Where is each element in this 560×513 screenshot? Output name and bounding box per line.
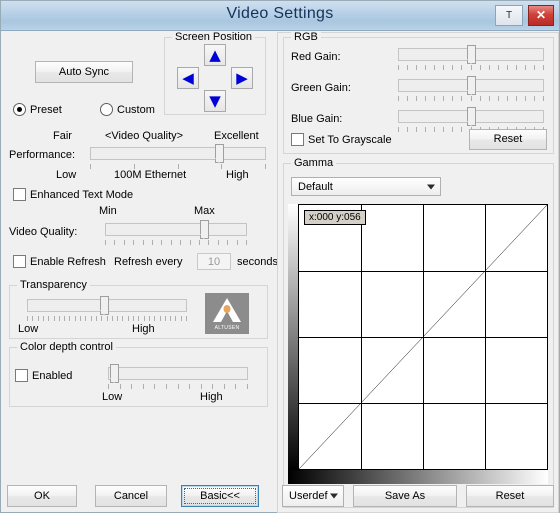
auto-sync-button[interactable]: Auto Sync [35,61,133,83]
blue-gain-slider[interactable] [398,107,544,126]
color-depth-high-label: High [200,391,223,403]
green-gain-label: Green Gain: [291,82,351,94]
custom-label: Custom [117,104,155,116]
performance-low-label: Low [56,169,77,181]
preset-label: Preset [30,104,62,116]
gamma-legend: Gamma [291,157,337,169]
performance-high-label: High [226,169,249,181]
screen-position-down-button[interactable]: ▼ [204,90,226,112]
arrow-down-icon: ▼ [209,91,221,110]
red-gain-slider-thumb[interactable] [467,45,476,64]
red-gain-ticks [398,65,544,70]
gamma-curve-area[interactable]: x:000 y:056 [288,204,548,470]
color-depth-low-label: Low [102,391,123,403]
video-quality-slider-ticks [105,240,247,245]
basic-toggle-button[interactable]: Basic<< [181,485,259,507]
transparency-legend: Transparency [17,279,90,291]
screen-position-right-button[interactable]: ▶ [231,67,253,89]
color-depth-slider[interactable] [108,364,248,383]
enhanced-text-mode-label: Enhanced Text Mode [30,189,134,201]
save-as-button[interactable]: Save As [353,485,457,507]
gamma-preset-value: Default [298,180,333,193]
blue-gain-label: Blue Gain: [291,113,343,125]
video-quality-row-label: Video Quality: [9,226,78,238]
enable-refresh-checkbox[interactable] [13,255,26,268]
gamma-horizontal-gradient [288,470,548,484]
screen-position-legend: Screen Position [172,31,256,43]
video-settings-dialog: Video Settings T ✕ Auto Sync Screen Posi… [0,0,560,513]
gamma-curve-line [299,205,547,469]
screen-position-up-button[interactable]: ▲ [204,44,226,66]
cancel-button[interactable]: Cancel [95,485,167,507]
color-depth-legend: Color depth control [17,341,116,353]
focus-outline [184,488,256,504]
transparency-slider-thumb[interactable] [100,296,109,315]
logo-wordmark: ALTUSEN [214,325,240,331]
enhanced-text-mode-checkbox[interactable] [13,188,26,201]
color-depth-enabled-label: Enabled [32,370,73,382]
preset-radio[interactable] [13,103,26,116]
green-gain-slider[interactable] [398,76,544,95]
rgb-legend: RGB [291,31,321,43]
screen-position-left-button[interactable]: ◀ [177,67,199,89]
gamma-group: Gamma Default x:000 y:056 [283,157,554,508]
title-bar: Video Settings T ✕ [1,1,559,31]
altusen-logo: ALTUSEN [205,293,249,334]
blue-gain-slider-thumb[interactable] [467,107,476,126]
red-gain-slider[interactable] [398,45,544,64]
logo-dot-icon [223,305,231,313]
color-depth-slider-thumb[interactable] [110,364,119,383]
refresh-seconds-label: seconds [237,256,278,268]
green-gain-ticks [398,96,544,101]
arrow-up-icon: ▲ [209,45,221,64]
rgb-group: RGB Red Gain: Green Gain: Blue Gain: Set… [283,31,554,154]
gamma-curve-graph[interactable]: x:000 y:056 [298,204,548,470]
userdef-preset-value: Userdef [289,490,328,502]
transparency-slider-ticks [27,316,187,321]
performance-fair-label: Fair [53,130,72,142]
transparency-high-label: High [132,323,155,335]
refresh-interval-input[interactable]: 10 [197,253,231,270]
userdef-preset-select[interactable]: Userdef [282,485,344,507]
color-depth-slider-ticks [108,384,248,389]
arrow-left-icon: ◀ [182,68,194,87]
close-icon[interactable]: ✕ [528,5,554,26]
chevron-down-icon-footer [330,493,338,499]
performance-excellent-label: Excellent [214,130,259,142]
arrow-right-icon: ▶ [236,68,248,87]
custom-radio[interactable] [100,103,113,116]
video-quality-slider[interactable] [105,220,247,239]
screen-position-group: Screen Position ▲ ◀ ▶ ▼ [164,31,266,115]
video-quality-header: <Video Quality> [105,130,184,142]
ok-button[interactable]: OK [7,485,77,507]
enable-refresh-label: Enable Refresh [30,256,106,268]
set-to-grayscale-label: Set To Grayscale [308,134,392,146]
video-quality-max-label: Max [194,205,215,217]
transparency-slider[interactable] [27,296,187,315]
transparency-low-label: Low [18,323,39,335]
text-mode-button[interactable]: T [495,5,523,26]
rgb-reset-button[interactable]: Reset [469,129,547,150]
performance-slider-thumb[interactable] [215,144,224,163]
performance-mid-label: 100M Ethernet [114,169,187,181]
green-gain-slider-thumb[interactable] [467,76,476,95]
gamma-vertical-gradient [288,204,298,470]
performance-slider[interactable] [90,144,266,163]
chevron-down-icon [427,184,435,189]
video-quality-min-label: Min [99,205,117,217]
transparency-group: Transparency Low High ALTUSEN [9,279,268,339]
color-depth-enabled-checkbox[interactable] [15,369,28,382]
refresh-every-label: Refresh every [114,256,183,268]
gamma-coordinate-tooltip: x:000 y:056 [304,210,366,225]
gamma-reset-button[interactable]: Reset [466,485,554,507]
performance-row-label: Performance: [9,149,76,161]
video-quality-slider-thumb[interactable] [200,220,209,239]
gamma-preset-select[interactable]: Default [291,177,441,196]
window-title: Video Settings [226,5,334,22]
set-to-grayscale-checkbox[interactable] [291,133,304,146]
color-depth-group: Color depth control Enabled Low High [9,341,268,407]
red-gain-label: Red Gain: [291,51,341,63]
